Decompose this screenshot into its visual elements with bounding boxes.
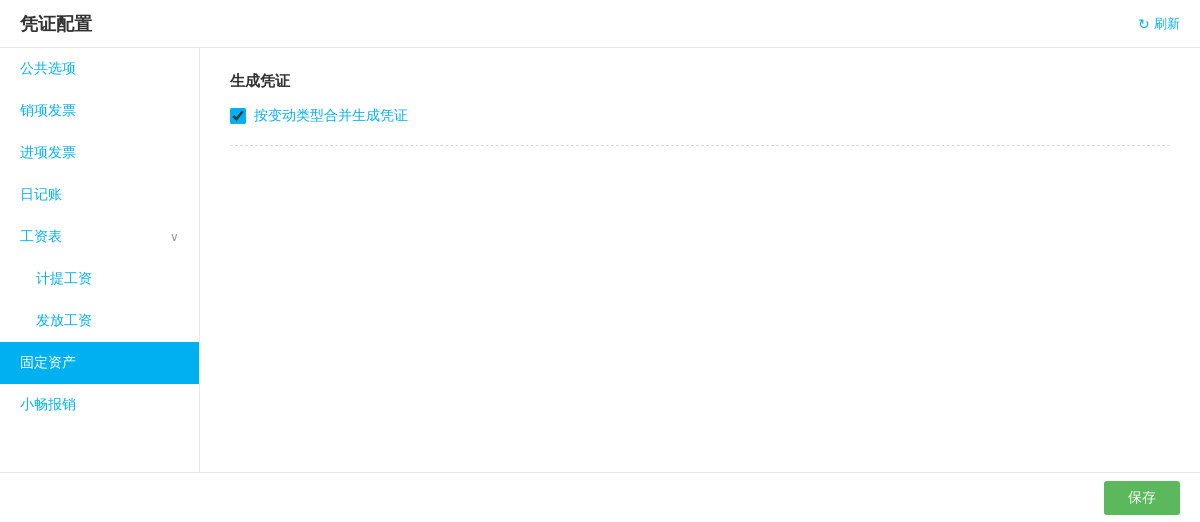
footer: 保存 (0, 472, 1200, 522)
sidebar-item-label: 进项发票 (20, 144, 76, 162)
content-area: 生成凭证 按变动类型合并生成凭证 (200, 48, 1200, 472)
sidebar-item-fixed-assets[interactable]: 固定资产 (0, 342, 199, 384)
sidebar-item-label: 公共选项 (20, 60, 76, 78)
sidebar: 公共选项销项发票进项发票日记账工资表 ∨ 计提工资发放工资固定资产小畅报销 (0, 48, 200, 472)
merge-checkbox[interactable] (230, 108, 246, 124)
sidebar-item-public-options[interactable]: 公共选项 (0, 48, 199, 90)
main-layout: 公共选项销项发票进项发票日记账工资表 ∨ 计提工资发放工资固定资产小畅报销 生成凭证… (0, 48, 1200, 472)
sidebar-item-label: 日记账 (20, 186, 62, 204)
sidebar-item-label: 发放工资 (36, 312, 92, 330)
merge-checkbox-label[interactable]: 按变动类型合并生成凭证 (254, 107, 408, 125)
save-button[interactable]: 保存 (1104, 481, 1180, 515)
sidebar-item-accrued-wages[interactable]: 计提工资 (0, 258, 199, 300)
sidebar-item-expense-claims[interactable]: 小畅报销 (0, 384, 199, 426)
sidebar-item-payroll-table[interactable]: 工资表 ∨ (0, 216, 199, 258)
refresh-icon: ↻ (1138, 16, 1150, 32)
sidebar-item-label: 销项发票 (20, 102, 76, 120)
section-divider (230, 145, 1170, 146)
page-title: 凭证配置 (20, 12, 92, 36)
sidebar-item-label: 工资表 (20, 228, 62, 246)
sidebar-item-label: 计提工资 (36, 270, 92, 288)
sidebar-item-purchase-invoice[interactable]: 进项发票 (0, 132, 199, 174)
sidebar-item-label: 固定资产 (20, 354, 76, 372)
refresh-button[interactable]: ↻ 刷新 (1138, 15, 1180, 33)
sidebar-item-label: 小畅报销 (20, 396, 76, 414)
checkbox-row: 按变动类型合并生成凭证 (230, 107, 1170, 125)
header: 凭证配置 ↻ 刷新 (0, 0, 1200, 48)
sidebar-item-issue-wages[interactable]: 发放工资 (0, 300, 199, 342)
chevron-down-icon: ∨ (170, 230, 179, 244)
refresh-label: 刷新 (1154, 15, 1180, 33)
sidebar-item-sales-invoice[interactable]: 销项发票 (0, 90, 199, 132)
sidebar-item-journal[interactable]: 日记账 (0, 174, 199, 216)
section-title: 生成凭证 (230, 72, 1170, 91)
